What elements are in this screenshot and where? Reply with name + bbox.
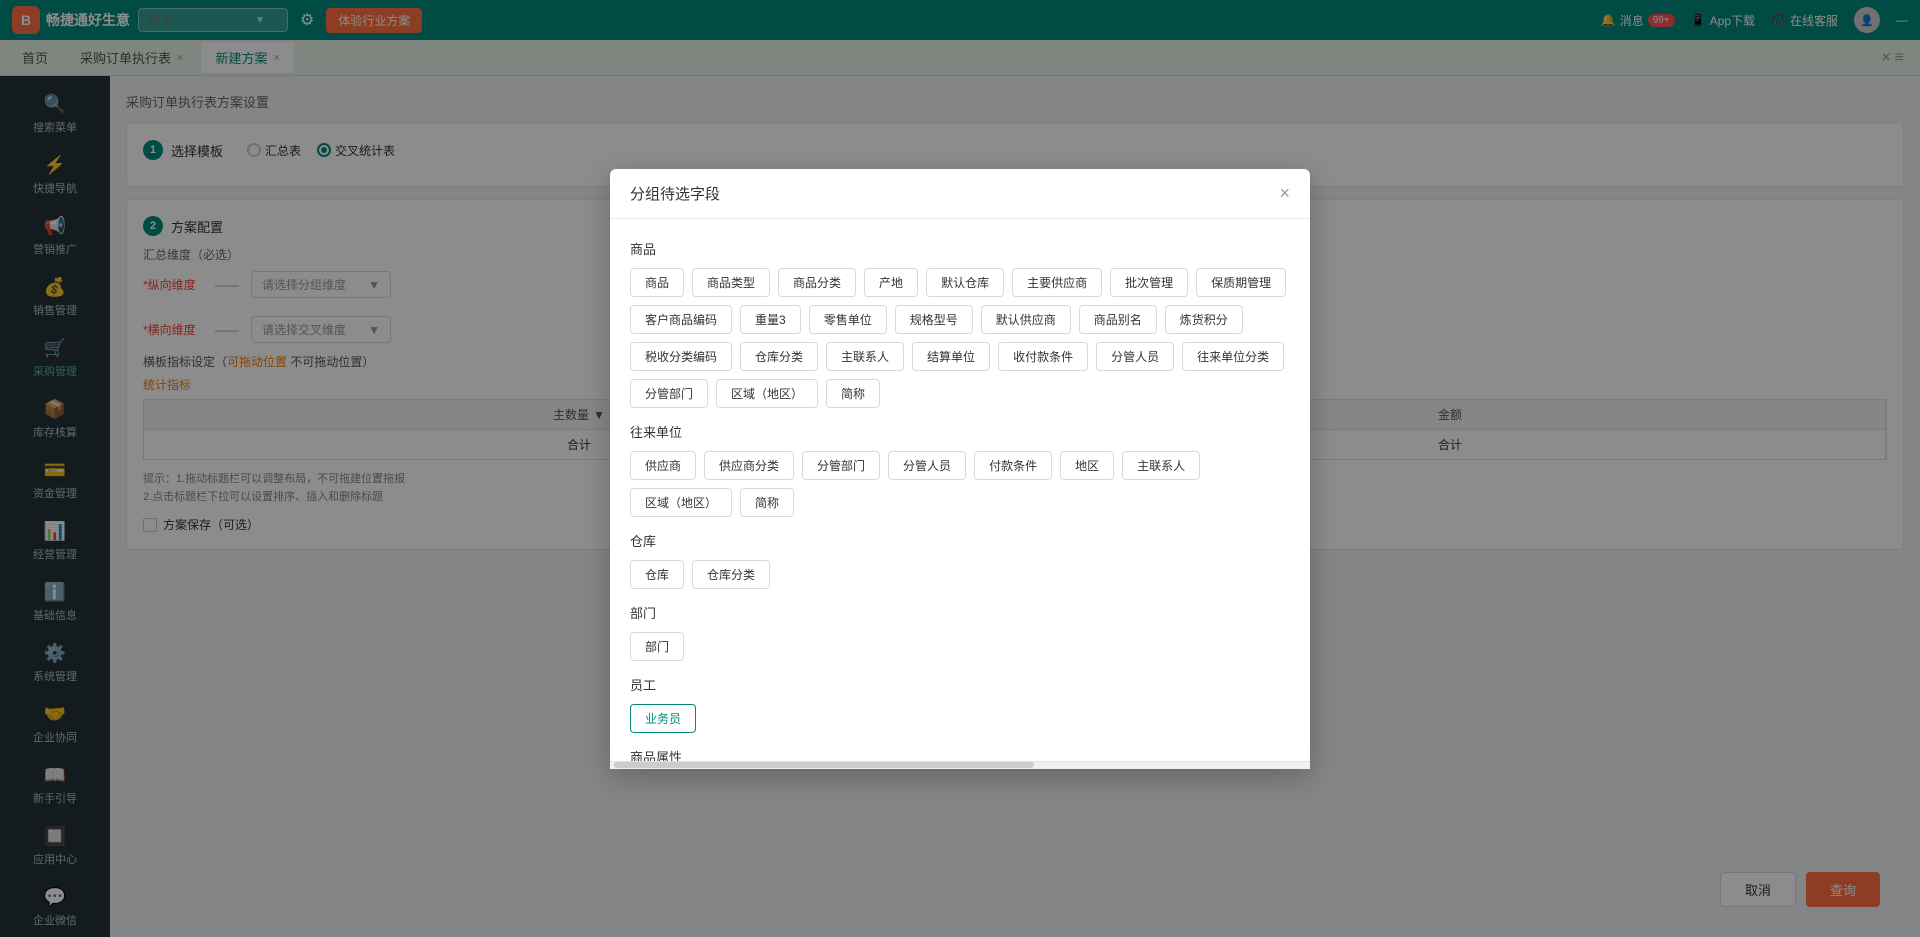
field-salesperson[interactable]: 业务员	[630, 704, 696, 733]
field-transaction-category[interactable]: 往来单位分类	[1182, 342, 1284, 371]
modal-header: 分组待选字段 ×	[610, 169, 1310, 219]
field-warehouse-category[interactable]: 仓库分类	[740, 342, 818, 371]
field-origin[interactable]: 产地	[864, 268, 918, 297]
modal-close-button[interactable]: ×	[1279, 183, 1290, 204]
field-product-type[interactable]: 商品类型	[692, 268, 770, 297]
field-region-partner[interactable]: 区域（地区）	[630, 488, 732, 517]
partner-fields: 供应商 供应商分类 分管部门 分管人员 付款条件 地区 主联系人 区域（地区） …	[630, 451, 1290, 517]
field-spec-model[interactable]: 规格型号	[895, 305, 973, 334]
field-retail-unit[interactable]: 零售单位	[809, 305, 887, 334]
field-main-supplier[interactable]: 主要供应商	[1012, 268, 1102, 297]
field-person[interactable]: 分管人员	[888, 451, 966, 480]
warehouse-fields: 仓库 仓库分类	[630, 560, 1290, 589]
field-payment-cond[interactable]: 付款条件	[974, 451, 1052, 480]
field-supervisor[interactable]: 分管人员	[1096, 342, 1174, 371]
employee-fields: 业务员	[630, 704, 1290, 733]
field-settlement-unit[interactable]: 结算单位	[912, 342, 990, 371]
field-supplier[interactable]: 供应商	[630, 451, 696, 480]
field-region-product[interactable]: 区域（地区）	[716, 379, 818, 408]
field-weight3[interactable]: 重量3	[740, 305, 801, 334]
field-quality-mgmt[interactable]: 保质期管理	[1196, 268, 1286, 297]
field-product-alias[interactable]: 商品别名	[1079, 305, 1157, 334]
field-batch-mgmt[interactable]: 批次管理	[1110, 268, 1188, 297]
field-default-warehouse[interactable]: 默认仓库	[926, 268, 1004, 297]
modal-overlay[interactable]: 分组待选字段 × 商品 商品 商品类型 商品分类 产地 默认仓库 主要供应商 批…	[0, 0, 1920, 937]
dept-fields: 部门	[630, 632, 1290, 661]
section-title-partner: 往来单位	[630, 422, 1290, 441]
section-title-product-attr: 商品属性	[630, 747, 1290, 761]
field-short-name-partner[interactable]: 简称	[740, 488, 794, 517]
field-dept[interactable]: 分管部门	[802, 451, 880, 480]
field-customer-code[interactable]: 客户商品编码	[630, 305, 732, 334]
section-title-dept: 部门	[630, 603, 1290, 622]
section-title-warehouse: 仓库	[630, 531, 1290, 550]
field-default-supplier[interactable]: 默认供应商	[981, 305, 1071, 334]
field-tax-code[interactable]: 税收分类编码	[630, 342, 732, 371]
field-warehouse-cat[interactable]: 仓库分类	[692, 560, 770, 589]
field-dept-only[interactable]: 部门	[630, 632, 684, 661]
field-supervisor-dept[interactable]: 分管部门	[630, 379, 708, 408]
modal-scroll-track[interactable]	[610, 761, 1310, 769]
field-short-name[interactable]: 简称	[826, 379, 880, 408]
field-supplier-category[interactable]: 供应商分类	[704, 451, 794, 480]
field-warehouse[interactable]: 仓库	[630, 560, 684, 589]
modal-body: 商品 商品 商品类型 商品分类 产地 默认仓库 主要供应商 批次管理 保质期管理…	[610, 219, 1310, 761]
field-selection-modal: 分组待选字段 × 商品 商品 商品类型 商品分类 产地 默认仓库 主要供应商 批…	[610, 169, 1310, 769]
section-title-product: 商品	[630, 239, 1290, 258]
field-region[interactable]: 地区	[1060, 451, 1114, 480]
horizontal-scrollbar-thumb[interactable]	[614, 762, 1034, 768]
field-refine-points[interactable]: 炼货积分	[1165, 305, 1243, 334]
section-title-employee: 员工	[630, 675, 1290, 694]
field-main-contact-partner[interactable]: 主联系人	[1122, 451, 1200, 480]
field-product-category[interactable]: 商品分类	[778, 268, 856, 297]
field-payment-terms[interactable]: 收付款条件	[998, 342, 1088, 371]
field-product[interactable]: 商品	[630, 268, 684, 297]
modal-title: 分组待选字段	[630, 183, 720, 204]
field-main-contact[interactable]: 主联系人	[826, 342, 904, 371]
product-fields: 商品 商品类型 商品分类 产地 默认仓库 主要供应商 批次管理 保质期管理 客户…	[630, 268, 1290, 408]
